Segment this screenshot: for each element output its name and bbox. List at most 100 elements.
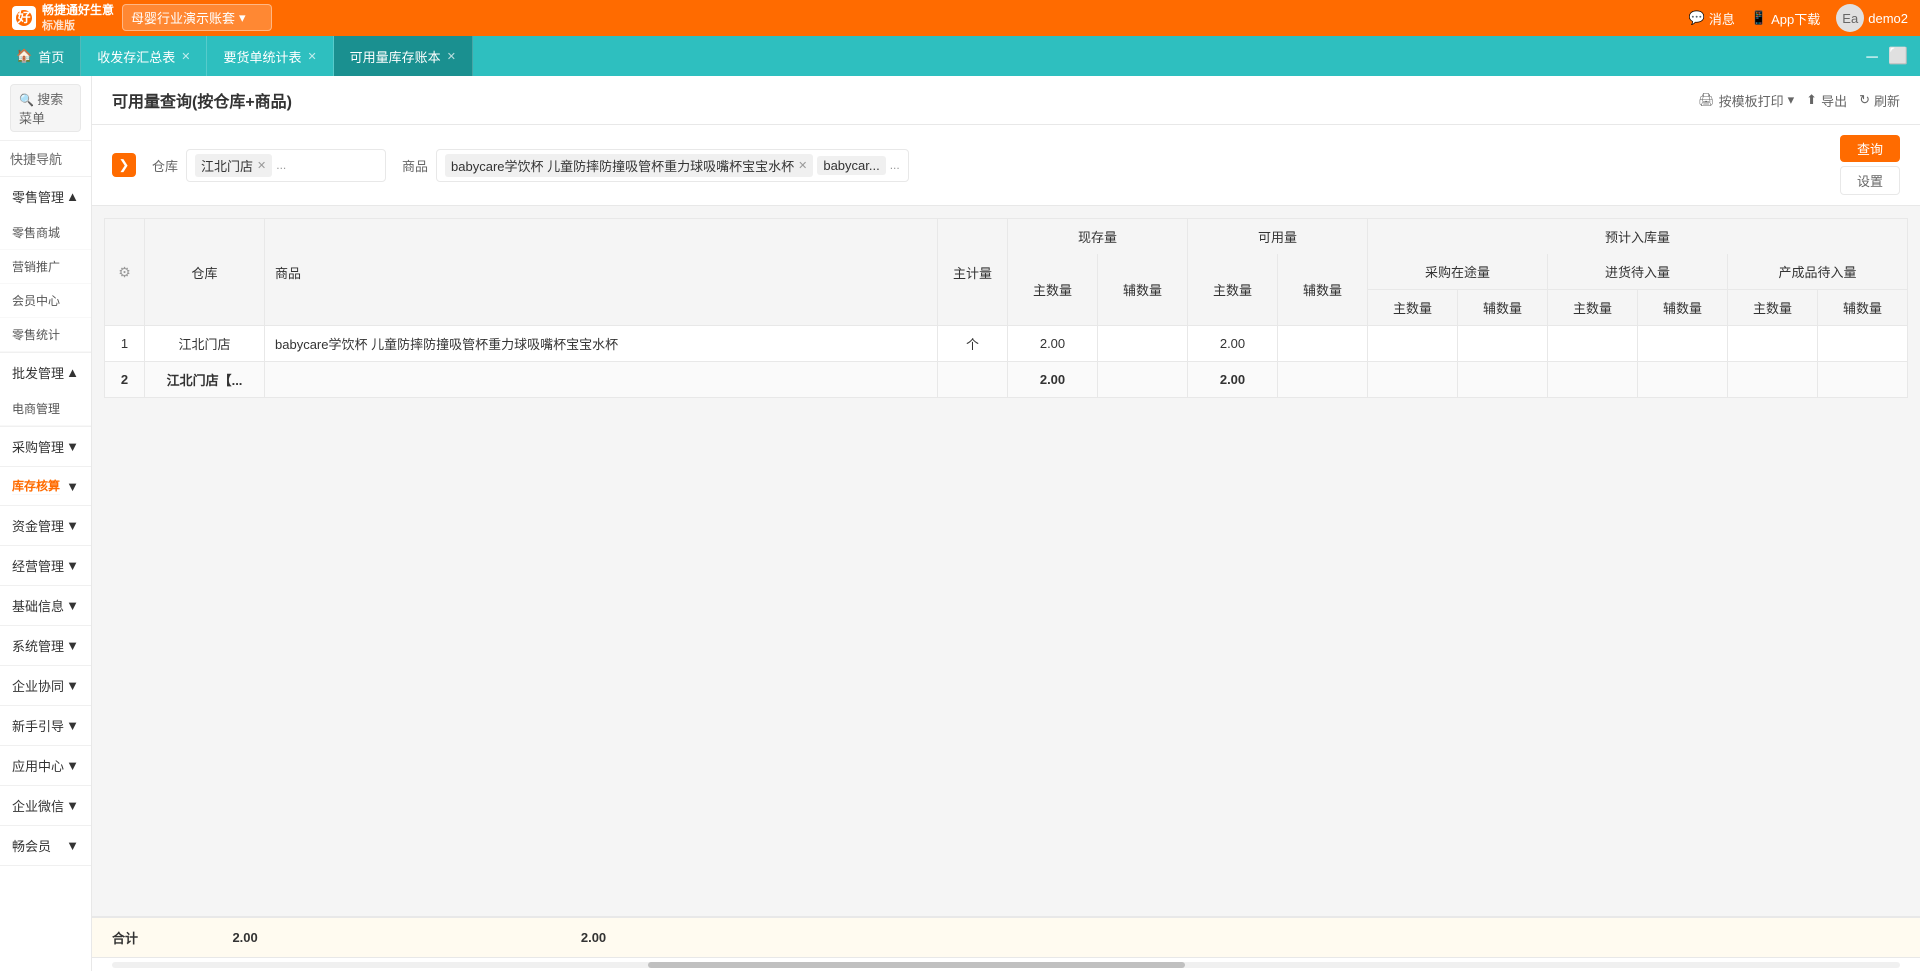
sidebar-group-changhui-header[interactable]: 畅会员 ▼ [0, 826, 91, 865]
horizontal-scrollbar[interactable] [92, 957, 1920, 971]
sidebar-group-retail-header[interactable]: 零售管理 ▲ [0, 177, 91, 216]
sidebar-group-finance-header[interactable]: 资金管理 ▼ [0, 506, 91, 545]
filter-bar: ❯ 仓库 江北门店 ✕ ... 商品 [92, 125, 1920, 206]
sidebar-item-retail-shop[interactable]: 零售商城 [0, 216, 91, 250]
minimize-icon[interactable]: － [1864, 44, 1880, 68]
sidebar-group-basic: 基础信息 ▼ [0, 586, 91, 626]
footer-avail-main: 2.00 [506, 930, 680, 945]
th-warehouse: 仓库 [145, 219, 265, 326]
row-product-1: babycare学饮杯 儿童防摔防撞吸管杯重力球吸嘴杯宝宝水杯 [265, 326, 938, 362]
settings-btn[interactable]: 设置 [1840, 166, 1900, 195]
row-avail-main-2: 2.00 [1188, 362, 1278, 398]
th-pt-aux: 辅数量 [1458, 290, 1548, 326]
row-pt-aux-1 [1458, 326, 1548, 362]
tab-receive-summary[interactable]: 收发存汇总表 ✕ [81, 36, 207, 76]
th-current-stock: 现存量 [1008, 219, 1188, 255]
row-warehouse-2: 江北门店【... [145, 362, 265, 398]
sidebar-group-enterprise: 企业协同 ▼ [0, 666, 91, 706]
row-current-aux-2 [1098, 362, 1188, 398]
query-btn[interactable]: 查询 [1840, 135, 1900, 162]
warehouse-more[interactable]: ... [276, 158, 286, 172]
sidebar-group-retail: 零售管理 ▲ 零售商城 营销推广 会员中心 零售统计 [0, 177, 91, 353]
sidebar-group-basic-header[interactable]: 基础信息 ▼ [0, 586, 91, 625]
maximize-icon[interactable]: ⬜ [1888, 46, 1908, 66]
footer-prod-aux [1726, 930, 1900, 945]
app-download-btn[interactable]: 📱 App下载 [1751, 9, 1820, 28]
refresh-btn[interactable]: ↻ 刷新 [1859, 91, 1900, 110]
sidebar-item-ecommerce[interactable]: 电商管理 [0, 392, 91, 426]
app-logo: 好 畅捷通好生意 标准版 [12, 3, 114, 33]
search-menu-btn[interactable]: 🔍 搜索菜单 [10, 84, 81, 132]
scroll-track [112, 962, 1900, 968]
page-title: 可用量查询(按仓库+商品) [112, 88, 292, 112]
footer-prod-main [1552, 930, 1726, 945]
gear-icon[interactable]: ⚙ [118, 264, 131, 280]
sidebar-group-newbie: 新手引导 ▼ [0, 706, 91, 746]
th-pt-main: 主数量 [1368, 290, 1458, 326]
sidebar-group-appstore: 应用中心 ▼ [0, 746, 91, 786]
sidebar-group-system: 系统管理 ▼ [0, 626, 91, 666]
sidebar-group-wholesale-header[interactable]: 批发管理 ▲ [0, 353, 91, 392]
filter-toggle-btn[interactable]: ❯ [112, 153, 136, 177]
row-pt-main-1 [1368, 326, 1458, 362]
product-input[interactable]: babycare学饮杯 儿童防摔防撞吸管杯重力球吸嘴杯宝宝水杯 ✕ babyca… [436, 149, 909, 182]
top-bar-right: 💬 消息 📱 App下载 Ea demo2 [1689, 4, 1908, 32]
sidebar-group-appstore-header[interactable]: 应用中心 ▼ [0, 746, 91, 785]
chevron-right-icon: ❯ [119, 157, 130, 173]
warehouse-filter: 仓库 江北门店 ✕ ... [152, 149, 386, 182]
message-btn[interactable]: 💬 消息 [1689, 9, 1735, 28]
content-area: 可用量查询(按仓库+商品) 🖨 按模板打印 ▾ ⬆ 导出 ↻ 刷新 [92, 76, 1920, 971]
filter-row: 仓库 江北门店 ✕ ... 商品 babycare学饮杯 儿童防摔防撞吸管杯重力… [152, 149, 1824, 182]
row-product-2 [265, 362, 938, 398]
refresh-icon: ↻ [1859, 92, 1870, 108]
sidebar-group-system-header[interactable]: 系统管理 ▼ [0, 626, 91, 665]
sidebar-group-enterprise-header[interactable]: 企业协同 ▼ [0, 666, 91, 705]
sidebar-group-newbie-header[interactable]: 新手引导 ▼ [0, 706, 91, 745]
warehouse-tag: 江北门店 ✕ [195, 154, 272, 177]
tab-window-actions: － ⬜ [1852, 36, 1920, 76]
row-prod-aux-1 [1818, 326, 1908, 362]
user-profile[interactable]: Ea demo2 [1836, 4, 1908, 32]
tab-order-stats[interactable]: 要货单统计表 ✕ [207, 36, 333, 76]
row-prod-main-2 [1728, 362, 1818, 398]
sidebar-group-operations-header[interactable]: 经营管理 ▼ [0, 546, 91, 585]
export-icon: ⬆ [1806, 92, 1817, 108]
warehouse-tag-remove[interactable]: ✕ [257, 159, 266, 172]
scroll-thumb[interactable] [648, 962, 1184, 968]
th-purchase-transit: 采购在途量 [1368, 254, 1548, 290]
filter-actions: 查询 设置 [1840, 135, 1900, 195]
sidebar-group-inventory-header[interactable]: 库存核算 ▼ [0, 467, 91, 505]
product-filter: 商品 babycare学饮杯 儿童防摔防撞吸管杯重力球吸嘴杯宝宝水杯 ✕ bab… [402, 149, 909, 182]
org-selector[interactable]: 母婴行业演示账套 ▾ [122, 4, 272, 31]
sidebar-quick-nav[interactable]: 快捷导航 [0, 141, 91, 177]
export-btn[interactable]: ⬆ 导出 [1806, 91, 1847, 110]
home-icon: 🏠 [16, 48, 32, 64]
sidebar-group-changhui: 畅会员 ▼ [0, 826, 91, 866]
row-unit-2 [938, 362, 1008, 398]
tab-available-stock[interactable]: 可用量库存账本 ✕ [334, 36, 473, 76]
close-tab-order[interactable]: ✕ [307, 50, 316, 63]
warehouse-input[interactable]: 江北门店 ✕ ... [186, 149, 386, 182]
row-num-1: 1 [105, 326, 145, 362]
row-pp-main-1 [1548, 326, 1638, 362]
product-tag-1-remove[interactable]: ✕ [798, 159, 807, 172]
sidebar-group-purchase-header[interactable]: 采购管理 ▼ [0, 427, 91, 466]
avatar: Ea [1836, 4, 1864, 32]
close-tab-available[interactable]: ✕ [447, 50, 456, 63]
table-row: 2 江北门店【... 2.00 2.00 [105, 362, 1908, 398]
tab-home[interactable]: 🏠 首页 [0, 36, 81, 76]
row-avail-aux-2 [1278, 362, 1368, 398]
sidebar-item-member[interactable]: 会员中心 [0, 284, 91, 318]
sidebar-item-marketing[interactable]: 营销推广 [0, 250, 91, 284]
sidebar-group-wechat-header[interactable]: 企业微信 ▼ [0, 786, 91, 825]
close-tab-receive[interactable]: ✕ [181, 50, 190, 63]
row-pp-main-2 [1548, 362, 1638, 398]
row-avail-main-1: 2.00 [1188, 326, 1278, 362]
print-btn[interactable]: 🖨 按模板打印 ▾ [1698, 91, 1794, 110]
product-tag-2: babycar... [817, 156, 885, 175]
print-dropdown-icon: ▾ [1788, 92, 1795, 108]
th-prod-aux: 辅数量 [1818, 290, 1908, 326]
row-current-main-2: 2.00 [1008, 362, 1098, 398]
product-more[interactable]: ... [890, 158, 900, 172]
sidebar-item-retail-stats[interactable]: 零售统计 [0, 318, 91, 352]
